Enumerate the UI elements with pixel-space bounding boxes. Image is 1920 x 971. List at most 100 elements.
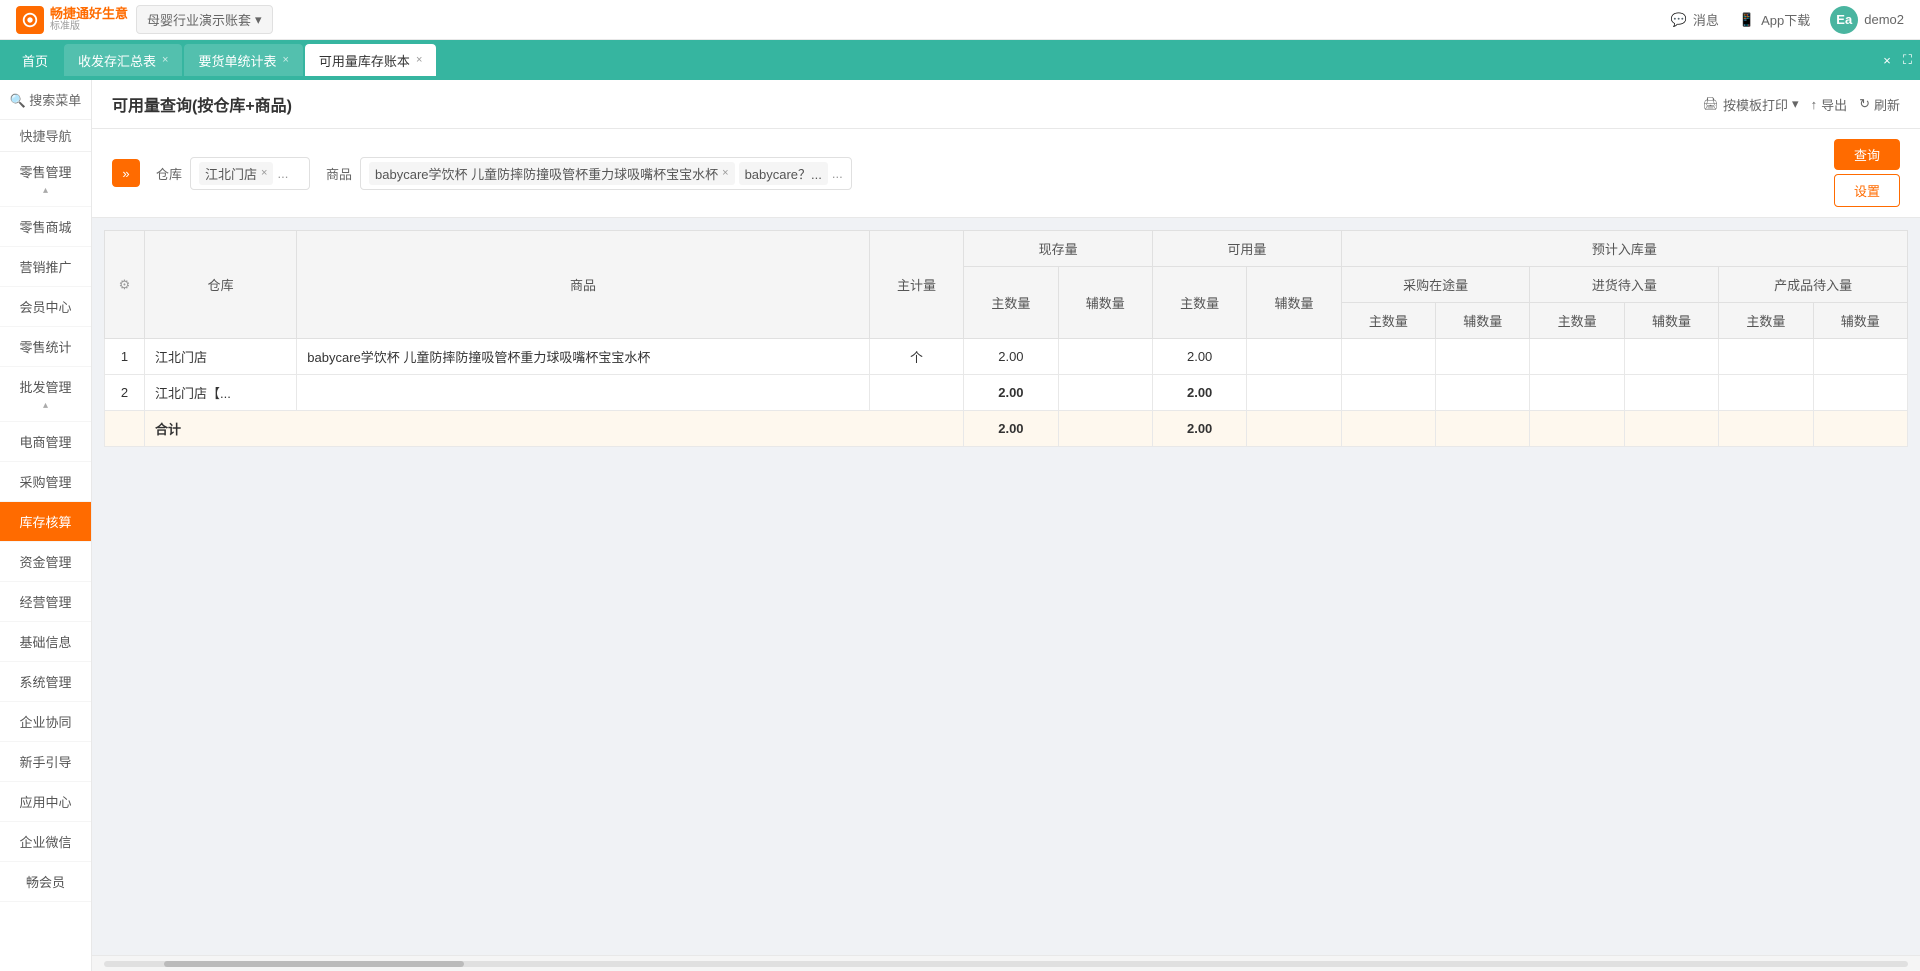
table-wrapper: ⚙ 仓库 商品 主计量 现存量 可用量 预计入库量 主数量 辅数量 主数量 辅数… bbox=[92, 218, 1920, 955]
scrollbar-thumb[interactable] bbox=[164, 961, 464, 967]
row-incoming-main bbox=[1530, 375, 1624, 411]
sidebar-item-finance[interactable]: 资金管理 bbox=[0, 542, 91, 582]
print-icon: 🖨 bbox=[1703, 96, 1720, 112]
tab-available-close[interactable]: × bbox=[416, 54, 422, 66]
sidebar-item-inventory[interactable]: 库存核算 bbox=[0, 502, 91, 542]
p-transit-aux-header: 辅数量 bbox=[1436, 303, 1530, 339]
app-label: App下载 bbox=[1761, 10, 1810, 29]
purchase-transit-header: 采购在途量 bbox=[1341, 267, 1530, 303]
row-unit: 个 bbox=[869, 339, 963, 375]
export-label: 导出 bbox=[1821, 95, 1847, 114]
industry-selector[interactable]: 母婴行业演示账套 ▾ bbox=[136, 5, 273, 34]
sidebar-item-system[interactable]: 系统管理 bbox=[0, 662, 91, 702]
logo-area: 畅捷通好生意 标准版 bbox=[16, 6, 128, 34]
top-bar-left: 畅捷通好生意 标准版 母婴行业演示账套 ▾ bbox=[16, 5, 273, 34]
sidebar-item-wholesale[interactable]: 批发管理 ▴ bbox=[0, 367, 91, 422]
settings-button[interactable]: 设置 bbox=[1834, 174, 1900, 207]
app-icon: 📱 bbox=[1739, 12, 1755, 28]
total-stock-aux bbox=[1058, 411, 1152, 447]
total-label: 合计 bbox=[145, 411, 964, 447]
export-icon: ↑ bbox=[1811, 97, 1818, 112]
sidebar-item-basic-info[interactable]: 基础信息 bbox=[0, 622, 91, 662]
warehouse-tag-text: 江北门店 bbox=[205, 164, 257, 183]
sidebar-operations-label: 经营管理 bbox=[19, 592, 71, 611]
row-warehouse: 江北门店【... bbox=[145, 375, 297, 411]
product-input[interactable]: babycare学饮杯 儿童防摔防撞吸管杯重力球吸嘴杯宝宝水杯 × babyca… bbox=[360, 157, 852, 190]
sidebar-member2-label: 畅会员 bbox=[26, 872, 65, 891]
total-row: 合计 2.00 2.00 bbox=[105, 411, 1908, 447]
scrollbar-track[interactable] bbox=[104, 961, 1908, 967]
content-area: 可用量查询(按仓库+商品) 🖨 按模板打印 ▾ ↑ 导出 ↻ 刷新 bbox=[92, 80, 1920, 971]
tab-order-close[interactable]: × bbox=[282, 54, 288, 66]
tab-receive-close[interactable]: × bbox=[162, 54, 168, 66]
sidebar-inventory-label: 库存核算 bbox=[19, 512, 71, 531]
filter-expand-button[interactable]: » bbox=[112, 159, 140, 187]
expand-icon[interactable]: ⛶ bbox=[1903, 52, 1912, 68]
production-header: 产成品待入量 bbox=[1719, 267, 1908, 303]
warehouse-header: 仓库 bbox=[145, 231, 297, 339]
total-ptransit-main bbox=[1341, 411, 1435, 447]
sidebar-wholesale-label: 批发管理 bbox=[19, 377, 71, 396]
tab-order-stats[interactable]: 要货单统计表 × bbox=[184, 44, 302, 76]
product-tag1-text: babycare学饮杯 儿童防摔防撞吸管杯重力球吸嘴杯宝宝水杯 bbox=[375, 164, 718, 183]
warehouse-tag-close[interactable]: × bbox=[261, 167, 267, 179]
template-print-button[interactable]: 🖨 按模板打印 ▾ bbox=[1703, 95, 1799, 114]
user-menu[interactable]: Ea demo2 bbox=[1830, 6, 1904, 34]
chevron-down-icon: ▾ bbox=[1792, 96, 1799, 112]
row-prod-main bbox=[1719, 375, 1813, 411]
sidebar-search[interactable]: 🔍 搜索菜单 bbox=[0, 80, 91, 120]
sidebar-item-purchase[interactable]: 采购管理 bbox=[0, 462, 91, 502]
sidebar-system-label: 系统管理 bbox=[19, 672, 71, 691]
incoming-main-header: 主数量 bbox=[1530, 303, 1624, 339]
sidebar-retail-mall-label: 零售商城 bbox=[19, 217, 71, 236]
forecast-header: 预计入库量 bbox=[1341, 231, 1907, 267]
tab-home[interactable]: 首页 bbox=[8, 44, 62, 76]
sidebar-item-operations[interactable]: 经营管理 bbox=[0, 582, 91, 622]
horizontal-scrollbar[interactable] bbox=[92, 955, 1920, 971]
row-stock-main: 2.00 bbox=[964, 375, 1058, 411]
row-avail-main: 2.00 bbox=[1152, 375, 1246, 411]
sidebar-item-retail-stats[interactable]: 零售统计 bbox=[0, 327, 91, 367]
refresh-icon: ↻ bbox=[1859, 96, 1870, 112]
sidebar-quick-nav[interactable]: 快捷导航 bbox=[0, 120, 91, 152]
sidebar-item-marketing[interactable]: 营销推广 bbox=[0, 247, 91, 287]
row-incoming-aux bbox=[1624, 339, 1718, 375]
tab-receive-summary[interactable]: 收发存汇总表 × bbox=[64, 44, 182, 76]
row-stock-aux bbox=[1058, 339, 1152, 375]
sidebar-appcenter-label: 应用中心 bbox=[19, 792, 71, 811]
avatar: Ea bbox=[1830, 6, 1858, 34]
sidebar-item-member2[interactable]: 畅会员 bbox=[0, 862, 91, 902]
tab-available-stock[interactable]: 可用量库存账本 × bbox=[305, 44, 436, 76]
app-download-button[interactable]: 📱 App下载 bbox=[1739, 10, 1810, 29]
row-incoming-aux bbox=[1624, 375, 1718, 411]
home-tab-label: 首页 bbox=[22, 51, 48, 70]
sidebar-item-ecommerce[interactable]: 电商管理 bbox=[0, 422, 91, 462]
close-all-icon[interactable]: × bbox=[1883, 53, 1891, 68]
row-ptransit-main bbox=[1341, 375, 1435, 411]
query-button[interactable]: 查询 bbox=[1834, 139, 1900, 170]
product-dots[interactable]: ... bbox=[832, 166, 843, 181]
warehouse-dots[interactable]: ... bbox=[277, 166, 288, 181]
msg-button[interactable]: 💬 消息 bbox=[1671, 10, 1719, 29]
nav-right-icons: × ⛶ bbox=[1883, 52, 1912, 68]
sidebar-item-retail-mall[interactable]: 零售商城 bbox=[0, 207, 91, 247]
product-tag1-close[interactable]: × bbox=[722, 167, 728, 179]
row-product: babycare学饮杯 儿童防摔防撞吸管杯重力球吸嘴杯宝宝水杯 bbox=[297, 339, 870, 375]
sidebar-item-enterprise[interactable]: 企业协同 bbox=[0, 702, 91, 742]
row-incoming-main bbox=[1530, 339, 1624, 375]
sidebar-item-retail-mgmt[interactable]: 零售管理 ▴ bbox=[0, 152, 91, 207]
page-header: 可用量查询(按仓库+商品) 🖨 按模板打印 ▾ ↑ 导出 ↻ 刷新 bbox=[92, 80, 1920, 129]
sidebar-item-newuser[interactable]: 新手引导 bbox=[0, 742, 91, 782]
sidebar-item-member[interactable]: 会员中心 bbox=[0, 287, 91, 327]
main-layout: 🔍 搜索菜单 快捷导航 零售管理 ▴ 零售商城 营销推广 会员中心 零售统计 批… bbox=[0, 80, 1920, 971]
gear-icon[interactable]: ⚙ bbox=[119, 277, 131, 292]
refresh-button[interactable]: ↻ 刷新 bbox=[1859, 95, 1900, 114]
warehouse-input[interactable]: 江北门店 × ... bbox=[190, 157, 310, 190]
export-button[interactable]: ↑ 导出 bbox=[1811, 95, 1848, 114]
tab-available-label: 可用量库存账本 bbox=[319, 51, 410, 70]
p-transit-main-header: 主数量 bbox=[1341, 303, 1435, 339]
sidebar-item-weixin[interactable]: 企业微信 bbox=[0, 822, 91, 862]
sidebar-item-appcenter[interactable]: 应用中心 bbox=[0, 782, 91, 822]
chevron-down-icon: ▴ bbox=[43, 185, 48, 196]
sidebar-basic-info-label: 基础信息 bbox=[19, 632, 71, 651]
